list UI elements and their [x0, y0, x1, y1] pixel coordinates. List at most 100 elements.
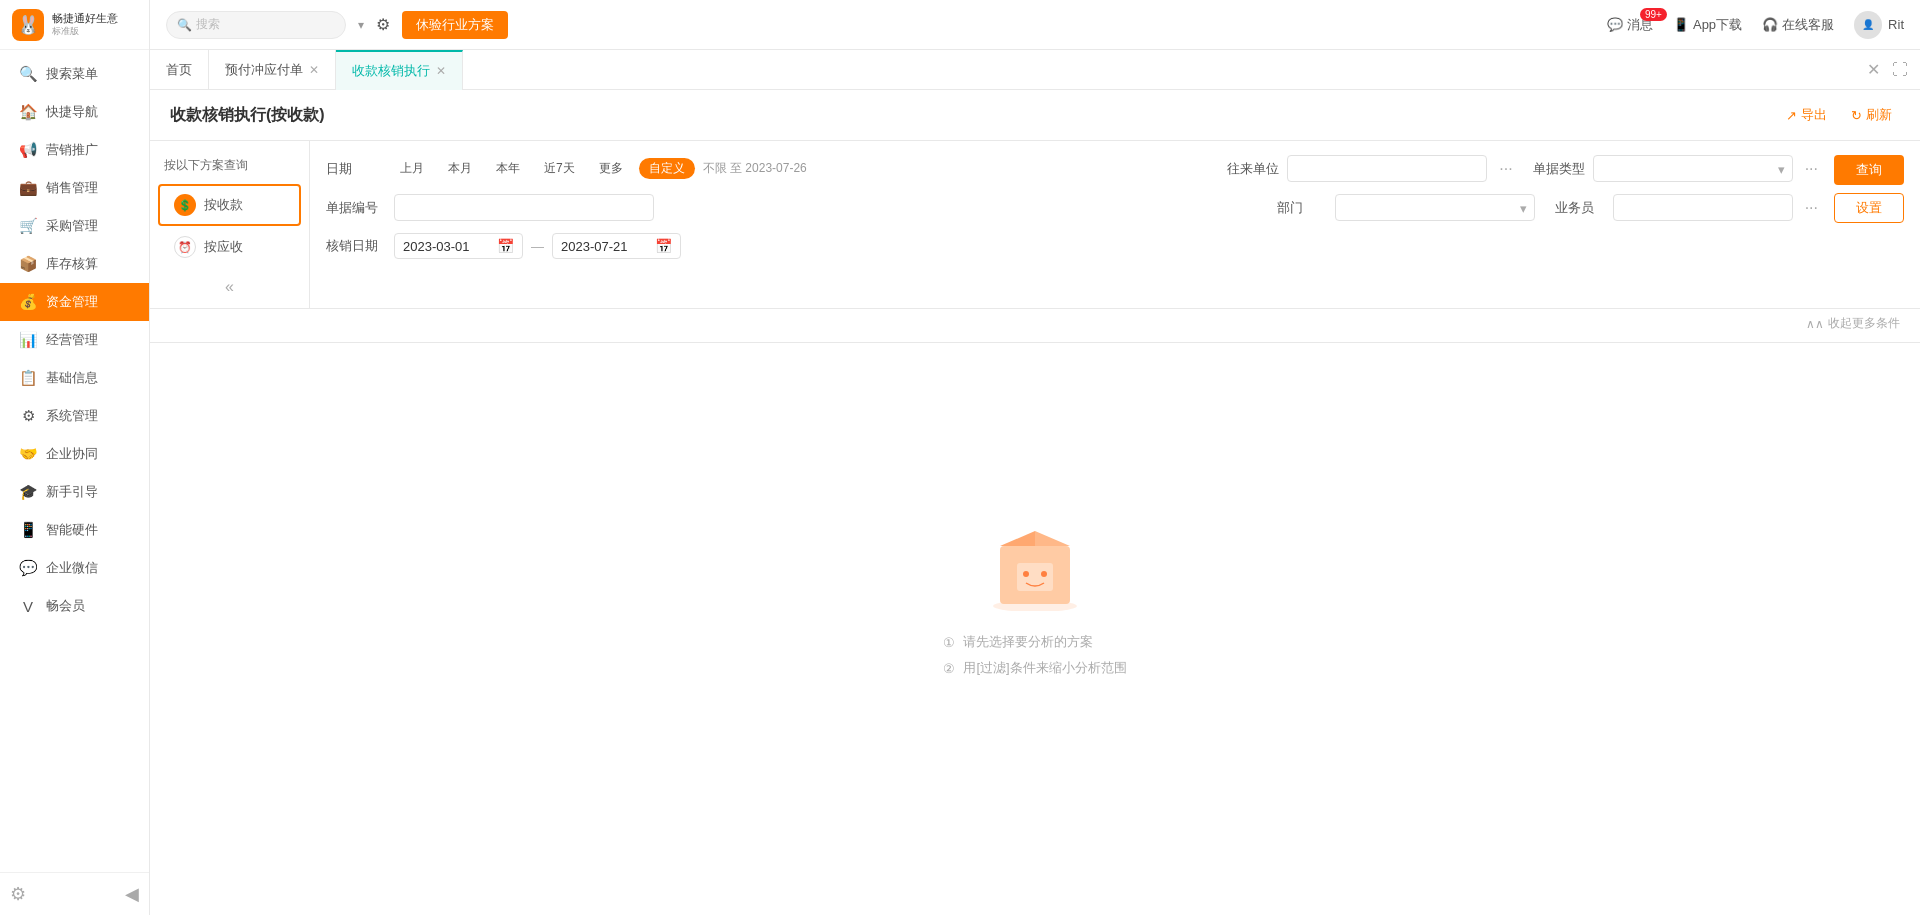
page-title: 收款核销执行(按收款): [170, 105, 325, 126]
topbar-search[interactable]: 🔍 搜索: [166, 11, 346, 39]
filter-collapse-btn[interactable]: «: [150, 268, 309, 296]
staff-dots[interactable]: ···: [1805, 199, 1818, 217]
sidebar-item-basic[interactable]: 📋基础信息: [0, 359, 149, 397]
sidebar-item-hardware[interactable]: 📱智能硬件: [0, 511, 149, 549]
refresh-icon: ↻: [1851, 108, 1862, 123]
refresh-label: 刷新: [1866, 106, 1892, 124]
sidebar-item-purchase[interactable]: 🛒采购管理: [0, 207, 149, 245]
sidebar-item-operation[interactable]: 📊经营管理: [0, 321, 149, 359]
search-label: 搜索菜单: [46, 65, 98, 83]
doc-type-select[interactable]: [1593, 155, 1793, 182]
verify-date-start-wrapper[interactable]: 📅: [394, 233, 523, 259]
service-icon: 🎧: [1762, 17, 1778, 32]
online-service-btn[interactable]: 🎧 在线客服: [1762, 16, 1834, 34]
doc-number-label: 单据编号: [326, 199, 378, 217]
date-btn-7days[interactable]: 近7天: [536, 158, 583, 179]
collapse-more-label: 收起更多条件: [1828, 315, 1900, 332]
topbar-gear-icon[interactable]: ⚙: [376, 15, 390, 34]
verify-date-start-input[interactable]: [403, 239, 493, 254]
export-icon: ↗: [1786, 108, 1797, 123]
topbar-chevron-icon[interactable]: ▾: [358, 18, 364, 32]
collapse-more-bar[interactable]: ∧∧ 收起更多条件: [150, 309, 1920, 343]
sidebar-item-finance[interactable]: 💰资金管理: [0, 283, 149, 321]
date-sub-text: 不限 至 2023-07-26: [703, 160, 807, 177]
sidebar-bottom: ⚙ ◀: [0, 872, 149, 915]
svg-point-5: [1023, 571, 1029, 577]
partner-input[interactable]: [1287, 155, 1487, 182]
date-btn-custom[interactable]: 自定义: [639, 158, 695, 179]
settings-icon[interactable]: ⚙: [10, 883, 26, 905]
sidebar-item-search[interactable]: 🔍 搜索菜单: [0, 55, 149, 93]
by-receivable-icon: ⏰: [174, 236, 196, 258]
refresh-btn[interactable]: ↻ 刷新: [1843, 102, 1900, 128]
verify-date-end-input[interactable]: [561, 239, 651, 254]
search-icon: 🔍: [18, 65, 38, 83]
sidebar-item-quick-nav[interactable]: 🏠快捷导航: [0, 93, 149, 131]
staff-input[interactable]: [1613, 194, 1793, 221]
collapse-sidebar-icon[interactable]: ◀: [125, 883, 139, 905]
user-menu[interactable]: 👤 Rit: [1854, 11, 1904, 39]
calendar-start-icon[interactable]: 📅: [497, 238, 514, 254]
main-area: 🔍 搜索 ▾ ⚙ 休验行业方案 💬 消息 99+ 📱 App下载 🎧 在线客服: [150, 0, 1920, 915]
expand-tab-icon[interactable]: ⛶: [1888, 57, 1912, 83]
purchase-icon: 🛒: [18, 217, 38, 235]
industry-btn[interactable]: 休验行业方案: [402, 11, 508, 39]
calendar-end-icon[interactable]: 📅: [655, 238, 672, 254]
dept-select[interactable]: [1335, 194, 1535, 221]
tab-receivable[interactable]: 收款核销执行 ✕: [336, 50, 463, 90]
partner-label: 往来单位: [1227, 160, 1279, 178]
logo-icon: 🐰: [12, 9, 44, 41]
verify-date-end-wrapper[interactable]: 📅: [552, 233, 681, 259]
doc-number-input[interactable]: [394, 194, 654, 221]
query-btn[interactable]: 查询: [1834, 155, 1904, 185]
sidebar-item-wechat[interactable]: 💬企业微信: [0, 549, 149, 587]
date-btn-this-month[interactable]: 本月: [440, 158, 480, 179]
dept-label: 部门: [1277, 199, 1327, 217]
sidebar-item-system[interactable]: ⚙系统管理: [0, 397, 149, 435]
tab-home[interactable]: 首页: [150, 50, 209, 90]
page-header-actions: ↗ 导出 ↻ 刷新: [1778, 102, 1900, 128]
sidebar-item-sales[interactable]: 💼销售管理: [0, 169, 149, 207]
doc-type-wrapper: [1593, 155, 1793, 182]
verify-date-range: 📅 — 📅: [394, 233, 681, 259]
by-receipt-icon: 💲: [174, 194, 196, 216]
inventory-label: 库存核算: [46, 255, 98, 273]
tab-prepay-close-icon[interactable]: ✕: [309, 63, 319, 77]
partner-dots[interactable]: ···: [1499, 160, 1512, 178]
date-btn-this-year[interactable]: 本年: [488, 158, 528, 179]
settings-btn[interactable]: 设置: [1834, 193, 1904, 223]
tab-receivable-close-icon[interactable]: ✕: [436, 64, 446, 78]
collapse-chevron-icon: ∧∧: [1806, 317, 1824, 331]
sidebar-item-inventory[interactable]: 📦库存核算: [0, 245, 149, 283]
page-header: 收款核销执行(按收款) ↗ 导出 ↻ 刷新: [150, 90, 1920, 141]
close-tab-icon[interactable]: ✕: [1863, 56, 1884, 83]
filter-row-1: 日期 上月 本月 本年 近7天 更多 自定义 不限 至 2023-07-26 往…: [326, 155, 1818, 182]
export-btn[interactable]: ↗ 导出: [1778, 102, 1835, 128]
logo-badge: 标准版: [52, 25, 118, 38]
member-label: 畅会员: [46, 597, 85, 615]
date-buttons: 上月 本月 本年 近7天 更多 自定义 不限 至 2023-07-26: [392, 158, 807, 179]
tabbar-actions: ✕ ⛶: [1863, 56, 1920, 83]
tab-home-label: 首页: [166, 61, 192, 79]
filter-sidebar: 按以下方案查询 💲 按收款 ⏰ 按应收 «: [150, 141, 310, 308]
svg-marker-2: [1000, 531, 1035, 546]
message-btn[interactable]: 💬 消息 99+: [1607, 16, 1653, 34]
sidebar-item-marketing[interactable]: 📢营销推广: [0, 131, 149, 169]
tab-prepay[interactable]: 预付冲应付单 ✕: [209, 50, 336, 90]
member-icon: V: [18, 598, 38, 615]
sidebar-item-member[interactable]: V 畅会员: [0, 587, 149, 625]
filter-option-by-receivable[interactable]: ⏰ 按应收: [158, 226, 301, 268]
filter-option-by-receipt[interactable]: 💲 按收款: [158, 184, 301, 226]
sidebar-item-enterprise[interactable]: 🤝企业协同: [0, 435, 149, 473]
sidebar-item-guide[interactable]: 🎓新手引导: [0, 473, 149, 511]
date-btn-more[interactable]: 更多: [591, 158, 631, 179]
date-btn-last-month[interactable]: 上月: [392, 158, 432, 179]
hardware-icon: 📱: [18, 521, 38, 539]
app-download-btn[interactable]: 📱 App下载: [1673, 16, 1742, 34]
doc-type-dots[interactable]: ···: [1805, 160, 1818, 178]
by-receivable-label: 按应收: [204, 238, 243, 256]
filter-row-2: 单据编号 部门 业务员: [326, 194, 1818, 221]
quick-nav-icon: 🏠: [18, 103, 38, 121]
finance-icon: 💰: [18, 293, 38, 311]
tab-prepay-label: 预付冲应付单: [225, 61, 303, 79]
